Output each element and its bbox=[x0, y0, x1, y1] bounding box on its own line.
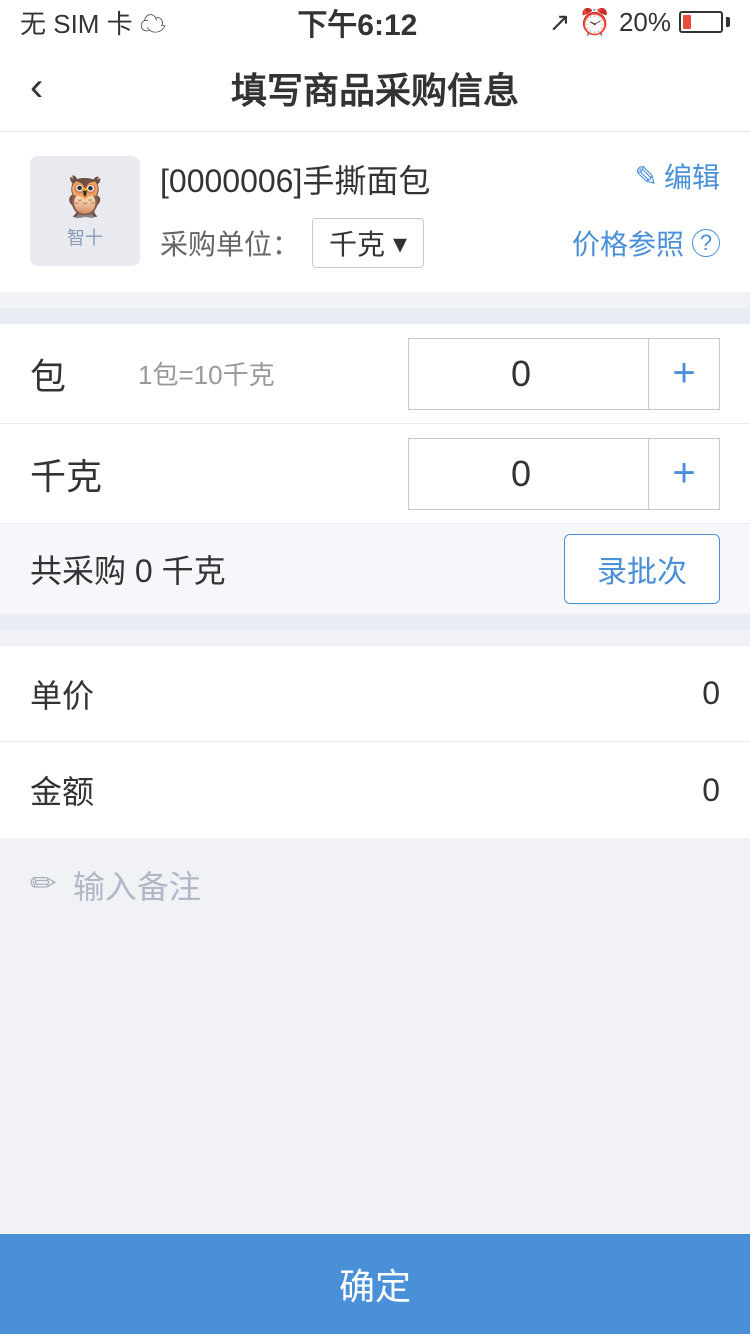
status-bar: 无 SIM 卡 ☁ 下午6:12 ↗ ⏰ 20% bbox=[0, 0, 750, 44]
price-row-unit: 单价 0 bbox=[0, 646, 750, 742]
quantity-input-bao[interactable] bbox=[408, 338, 648, 410]
product-thumb-label: 智十 bbox=[67, 224, 103, 250]
price-row-amount: 金额 0 bbox=[0, 742, 750, 838]
alarm-icon: ⏰ bbox=[579, 7, 611, 38]
section-divider-1 bbox=[0, 308, 750, 324]
price-ref-help-icon: ? bbox=[692, 229, 720, 257]
product-name-row: [0000006]手撕面包 ✎ 编辑 bbox=[160, 156, 720, 202]
price-reference-button[interactable]: 价格参照 ? bbox=[572, 223, 720, 263]
purchase-unit-row: 采购单位： 千克 ▾ 价格参照 ? bbox=[160, 218, 720, 268]
status-left: 无 SIM 卡 ☁ bbox=[20, 4, 166, 41]
unit-select[interactable]: 千克 ▾ bbox=[312, 218, 424, 268]
sim-label: 无 SIM 卡 ☁ bbox=[20, 4, 166, 41]
quantity-plus-kg[interactable]: + bbox=[648, 438, 720, 510]
total-label: 共采购 0 千克 bbox=[30, 546, 226, 592]
amount-label: 金额 bbox=[30, 767, 94, 813]
edit-label: 编辑 bbox=[664, 156, 720, 196]
nav-bar: ‹ 填写商品采购信息 bbox=[0, 44, 750, 132]
status-right: ↗ ⏰ 20% bbox=[549, 7, 730, 38]
quantity-sublabel-bao: 1包=10千克 bbox=[138, 355, 408, 392]
product-info: [0000006]手撕面包 ✎ 编辑 采购单位： 千克 ▾ 价格参照 ? bbox=[160, 156, 720, 268]
product-thumb-icon: 🦉 bbox=[60, 173, 110, 220]
price-ref-label: 价格参照 bbox=[572, 223, 684, 263]
dropdown-arrow-icon: ▾ bbox=[393, 227, 407, 260]
confirm-button[interactable]: 确定 bbox=[0, 1234, 750, 1334]
quantity-input-wrap-kg: + bbox=[408, 438, 720, 510]
location-icon: ↗ bbox=[549, 7, 571, 38]
product-thumbnail: 🦉 智十 bbox=[30, 156, 140, 266]
notes-placeholder: 输入备注 bbox=[73, 862, 201, 908]
quantity-row-bao: 包 1包=10千克 + bbox=[0, 324, 750, 424]
quantity-label-kg: 千克 bbox=[30, 448, 130, 500]
product-name: [0000006]手撕面包 bbox=[160, 156, 430, 202]
section-divider-2 bbox=[0, 614, 750, 630]
status-time: 下午6:12 bbox=[297, 0, 417, 44]
unit-price-value: 0 bbox=[702, 675, 720, 712]
unit-value: 千克 bbox=[329, 223, 385, 263]
quantity-plus-bao[interactable]: + bbox=[648, 338, 720, 410]
record-batch-button[interactable]: 录批次 bbox=[564, 534, 720, 604]
price-section: 单价 0 金额 0 bbox=[0, 646, 750, 838]
quantity-row-kg: 千克 + bbox=[0, 424, 750, 524]
purchase-unit-label: 采购单位： bbox=[160, 223, 300, 263]
back-button[interactable]: ‹ bbox=[30, 65, 43, 110]
quantity-section: 包 1包=10千克 + 千克 + 共采购 0 千克 录批次 bbox=[0, 324, 750, 614]
notes-pencil-icon: ✏ bbox=[30, 864, 57, 902]
edit-icon: ✎ bbox=[635, 160, 658, 193]
notes-section[interactable]: ✏ 输入备注 bbox=[0, 838, 750, 958]
quantity-label-bao: 包 bbox=[30, 348, 130, 400]
quantity-input-kg[interactable] bbox=[408, 438, 648, 510]
total-row: 共采购 0 千克 录批次 bbox=[0, 524, 750, 614]
quantity-input-wrap-bao: + bbox=[408, 338, 720, 410]
product-card: 🦉 智十 [0000006]手撕面包 ✎ 编辑 采购单位： 千克 ▾ 价格参照 … bbox=[0, 132, 750, 292]
battery-icon bbox=[679, 11, 730, 33]
content-spacer bbox=[0, 958, 750, 1258]
unit-price-label: 单价 bbox=[30, 671, 94, 717]
page-title: 填写商品采购信息 bbox=[231, 62, 519, 114]
edit-button[interactable]: ✎ 编辑 bbox=[635, 156, 720, 196]
battery-percent: 20% bbox=[619, 7, 671, 38]
amount-value: 0 bbox=[702, 772, 720, 809]
